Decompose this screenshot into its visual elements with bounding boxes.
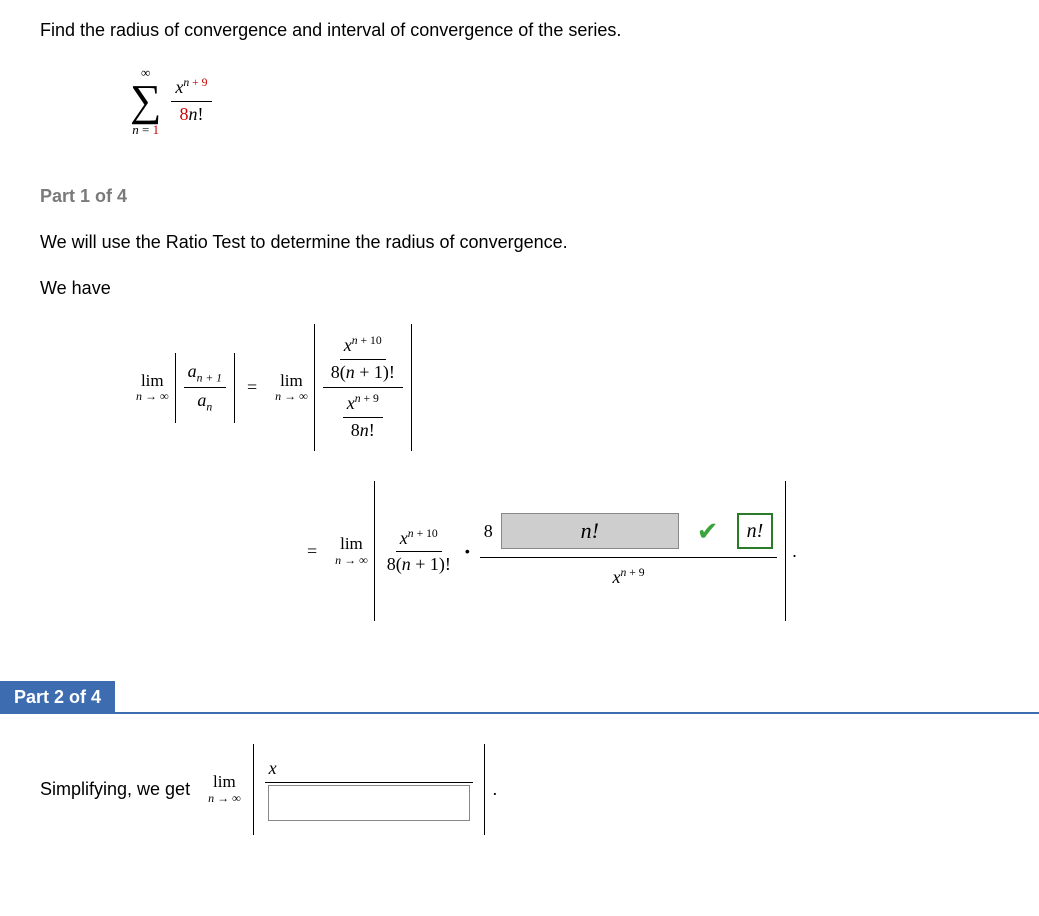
problem-statement: Find the radius of convergence and inter… [40, 20, 999, 41]
answer-input-2[interactable] [268, 785, 470, 821]
sigma-icon: ∑ [130, 79, 161, 123]
ratio-limit-step-1: lim n → ∞ an + 1 an = lim n → ∞ xn + 10 … [130, 324, 999, 451]
part-1-line-1: We will use the Ratio Test to determine … [40, 232, 999, 253]
part-1-line-2: We have [40, 278, 999, 299]
series-fraction: xn + 9 8n! [171, 74, 211, 127]
sum-lower: n = 1 [132, 123, 159, 136]
correct-answer-chip: n! [737, 513, 774, 549]
check-icon: ✔ [697, 516, 719, 547]
simplifying-text: Simplifying, we get [40, 779, 190, 800]
part-2-header: Part 2 of 4 [0, 681, 1039, 714]
answer-input-1[interactable]: n! [501, 513, 679, 549]
part-2-content: Simplifying, we get lim n → ∞ x . [40, 744, 999, 835]
part-1-heading: Part 1 of 4 [40, 186, 999, 207]
part-2-tab: Part 2 of 4 [0, 681, 115, 714]
ratio-limit-step-2: = lim n → ∞ xn + 10 8(n + 1)! • 8 n! ✔ n… [295, 481, 999, 621]
series-formula: ∞ ∑ n = 1 xn + 9 8n! [130, 61, 999, 136]
